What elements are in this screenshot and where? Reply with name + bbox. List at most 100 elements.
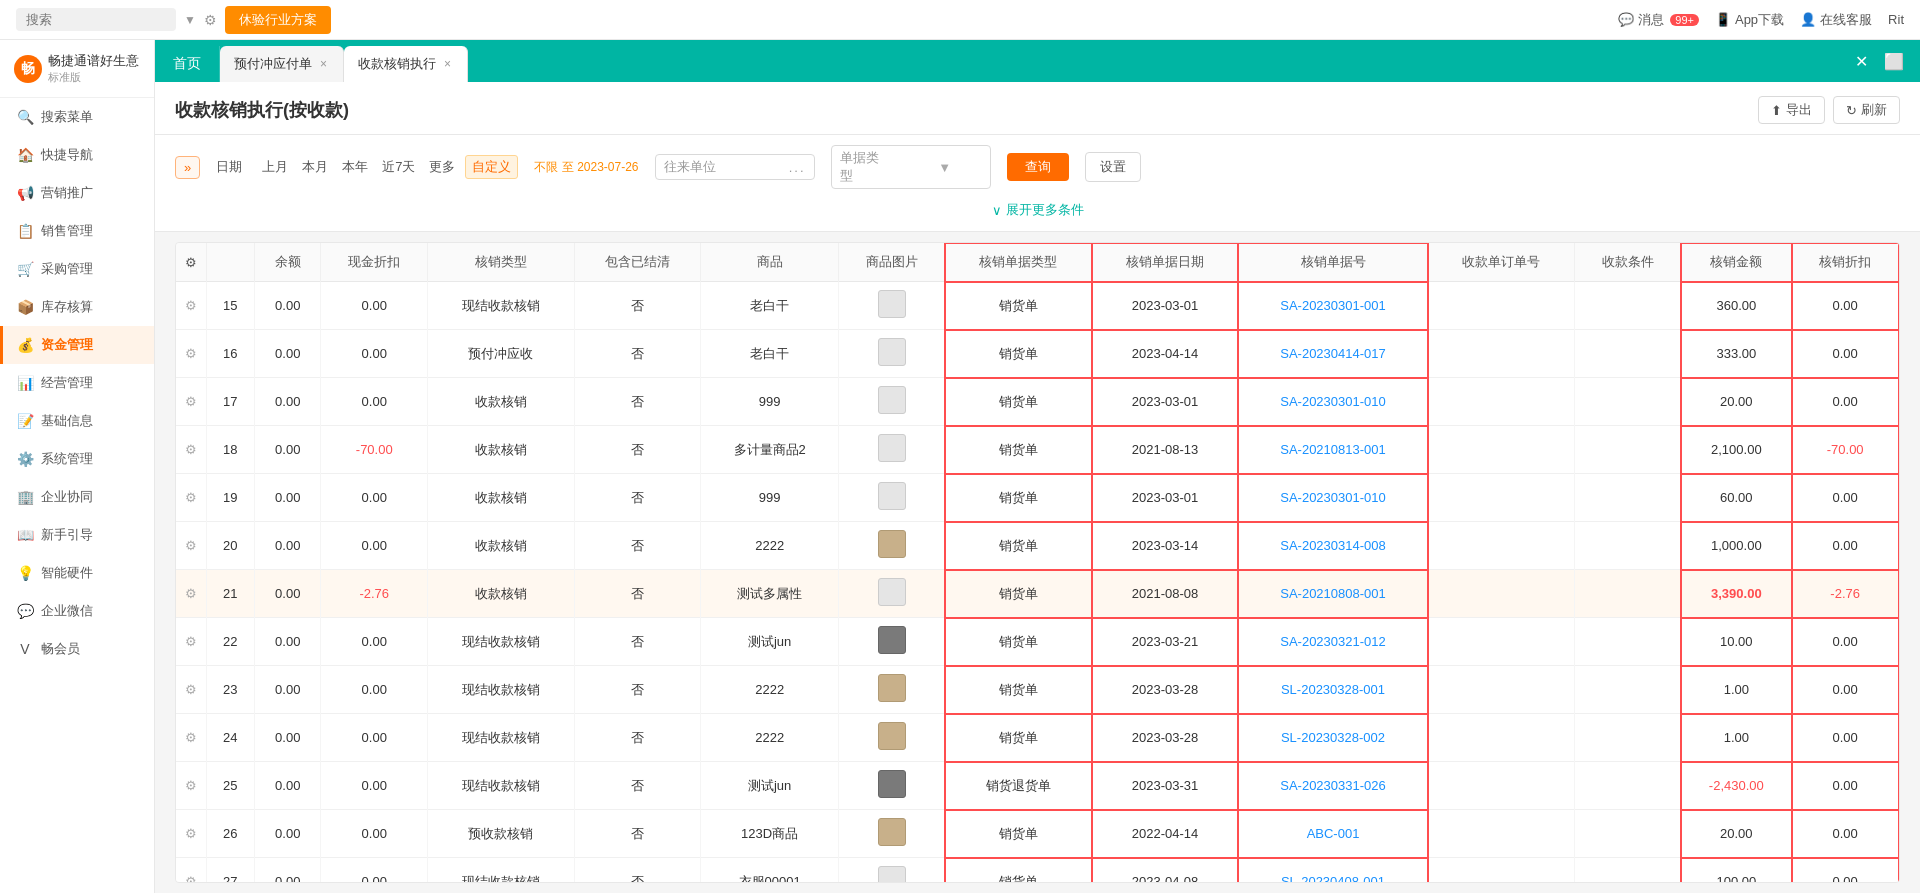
- sidebar-item-smart-hw[interactable]: 💡 智能硬件: [0, 554, 154, 592]
- filter-date-custom[interactable]: 自定义: [465, 155, 518, 179]
- col-bill-date: 核销单据日期: [1092, 243, 1239, 282]
- cell-gear[interactable]: ⚙: [176, 330, 206, 378]
- sidebar-item-quick-nav[interactable]: 🏠 快捷导航: [0, 136, 154, 174]
- filter-date-more[interactable]: 更多: [425, 156, 459, 178]
- cell-bill-no[interactable]: SL-20230328-002: [1238, 714, 1427, 762]
- table-row: ⚙ 23 0.00 0.00 现结收款核销 否 2222 销货单 2023-03…: [176, 666, 1899, 714]
- cell-gear[interactable]: ⚙: [176, 858, 206, 884]
- col-include-settled: 包含已结清: [574, 243, 701, 282]
- search-input[interactable]: [16, 8, 176, 31]
- filter-expand-button[interactable]: »: [175, 156, 200, 179]
- cell-bill-no[interactable]: SA-20210808-001: [1238, 570, 1427, 618]
- filter-bill-type-select[interactable]: 单据类型 ▼: [831, 145, 991, 189]
- sidebar-item-enterprise[interactable]: 🏢 企业协同: [0, 478, 154, 516]
- cell-gear[interactable]: ⚙: [176, 762, 206, 810]
- sidebar-item-basic-info[interactable]: 📝 基础信息: [0, 402, 154, 440]
- cell-receipt-condition: [1574, 858, 1681, 884]
- table-row: ⚙ 24 0.00 0.00 现结收款核销 否 2222 销货单 2023-03…: [176, 714, 1899, 762]
- cell-writeoff-discount: 0.00: [1792, 522, 1899, 570]
- settings-button[interactable]: 设置: [1085, 152, 1141, 182]
- tab-close-window-button[interactable]: ✕: [1849, 50, 1874, 73]
- cell-bill-no[interactable]: SA-20230414-017: [1238, 330, 1427, 378]
- tab-collection[interactable]: 收款核销执行 ×: [344, 46, 468, 82]
- logo-text-block: 畅捷通谱好生意 标准版: [48, 52, 139, 85]
- tab-prepay[interactable]: 预付冲应付单 ×: [220, 46, 344, 82]
- logo-text: 畅捷通谱好生意: [48, 52, 139, 70]
- cell-receipt-condition: [1574, 810, 1681, 858]
- cell-writeoff-discount: 0.00: [1792, 858, 1899, 884]
- cell-bill-no[interactable]: SA-20230321-012: [1238, 618, 1427, 666]
- sidebar-item-inventory[interactable]: 📦 库存核算: [0, 288, 154, 326]
- table-row: ⚙ 16 0.00 0.00 预付冲应收 否 老白干 销货单 2023-04-1…: [176, 330, 1899, 378]
- cell-product: 2222: [701, 714, 839, 762]
- cell-writeoff-type: 收款核销: [428, 570, 575, 618]
- sidebar-item-operations[interactable]: 📊 经营管理: [0, 364, 154, 402]
- cell-gear[interactable]: ⚙: [176, 522, 206, 570]
- cell-receipt-order-no: [1428, 810, 1575, 858]
- cell-bill-no[interactable]: SA-20230314-008: [1238, 522, 1427, 570]
- filter-date-this-month[interactable]: 本月: [298, 156, 332, 178]
- export-button[interactable]: ⬆ 导出: [1758, 96, 1825, 124]
- tab-home[interactable]: 首页: [155, 46, 220, 82]
- sidebar-item-guide[interactable]: 📖 新手引导: [0, 516, 154, 554]
- cell-cash-discount: 0.00: [321, 762, 428, 810]
- cell-bill-no[interactable]: SA-20230301-010: [1238, 474, 1427, 522]
- tab-prepay-close-icon[interactable]: ×: [318, 57, 329, 71]
- sidebar-item-system[interactable]: ⚙️ 系统管理: [0, 440, 154, 478]
- sidebar-item-label: 新手引导: [41, 526, 93, 544]
- cell-receipt-condition: [1574, 714, 1681, 762]
- cell-gear[interactable]: ⚙: [176, 810, 206, 858]
- cell-gear[interactable]: ⚙: [176, 282, 206, 330]
- sidebar-item-sales[interactable]: 📋 销售管理: [0, 212, 154, 250]
- cell-gear[interactable]: ⚙: [176, 378, 206, 426]
- cell-bill-type: 销货单: [945, 426, 1092, 474]
- cell-gear[interactable]: ⚙: [176, 426, 206, 474]
- message-button[interactable]: 💬 消息 99+: [1618, 11, 1699, 29]
- cell-bill-no[interactable]: SL-20230408-001: [1238, 858, 1427, 884]
- cell-gear[interactable]: ⚙: [176, 666, 206, 714]
- settings-icon[interactable]: ⚙: [204, 12, 217, 28]
- cell-gear[interactable]: ⚙: [176, 474, 206, 522]
- cell-gear[interactable]: ⚙: [176, 714, 206, 762]
- table-row: ⚙ 15 0.00 0.00 现结收款核销 否 老白干 销货单 2023-03-…: [176, 282, 1899, 330]
- cell-receipt-order-no: [1428, 570, 1575, 618]
- cell-receipt-condition: [1574, 522, 1681, 570]
- cell-bill-no[interactable]: SA-20230331-026: [1238, 762, 1427, 810]
- tab-bar: 首页 预付冲应付单 × 收款核销执行 × ✕ ⬜: [155, 40, 1920, 82]
- refresh-button[interactable]: ↻ 刷新: [1833, 96, 1900, 124]
- table-row: ⚙ 21 0.00 -2.76 收款核销 否 测试多属性 销货单 2021-08…: [176, 570, 1899, 618]
- cell-bill-no[interactable]: SA-20230301-001: [1238, 282, 1427, 330]
- cell-bill-no[interactable]: SA-20230301-010: [1238, 378, 1427, 426]
- filter-counterparty-field[interactable]: 往来单位 ...: [655, 154, 815, 180]
- expand-more-conditions[interactable]: ∨ 展开更多条件: [175, 197, 1900, 221]
- query-button[interactable]: 查询: [1007, 153, 1069, 181]
- cell-product: 999: [701, 474, 839, 522]
- user-profile[interactable]: Rit: [1888, 12, 1904, 27]
- sidebar-item-purchase[interactable]: 🛒 采购管理: [0, 250, 154, 288]
- app-download-button[interactable]: 📱 App下载: [1715, 11, 1784, 29]
- sidebar-item-marketing[interactable]: 📢 营销推广: [0, 174, 154, 212]
- cell-bill-no[interactable]: SL-20230328-001: [1238, 666, 1427, 714]
- industry-solution-button[interactable]: 休验行业方案: [225, 6, 331, 34]
- tab-maximize-button[interactable]: ⬜: [1878, 50, 1910, 73]
- cell-cash-discount: 0.00: [321, 714, 428, 762]
- sidebar-item-finance[interactable]: 💰 资金管理: [0, 326, 154, 364]
- cell-bill-no[interactable]: ABC-001: [1238, 810, 1427, 858]
- cell-gear[interactable]: ⚙: [176, 618, 206, 666]
- cell-product: 123D商品: [701, 810, 839, 858]
- dropdown-arrow-icon[interactable]: ▼: [184, 13, 196, 27]
- cell-gear[interactable]: ⚙: [176, 570, 206, 618]
- online-service-button[interactable]: 👤 在线客服: [1800, 11, 1872, 29]
- cell-cash-discount: 0.00: [321, 522, 428, 570]
- tab-collection-close-icon[interactable]: ×: [442, 57, 453, 71]
- filter-date-last-month[interactable]: 上月: [258, 156, 292, 178]
- sidebar-item-wechat[interactable]: 💬 企业微信: [0, 592, 154, 630]
- sidebar-item-member[interactable]: V 畅会员: [0, 630, 154, 668]
- sidebar-item-search[interactable]: 🔍 搜索菜单: [0, 98, 154, 136]
- cell-writeoff-amt: 100.00: [1681, 858, 1792, 884]
- filter-date-this-year[interactable]: 本年: [338, 156, 372, 178]
- cell-writeoff-type: 现结收款核销: [428, 762, 575, 810]
- filter-date-7days[interactable]: 近7天: [378, 156, 419, 178]
- cell-bill-no[interactable]: SA-20210813-001: [1238, 426, 1427, 474]
- cell-seq: 26: [206, 810, 255, 858]
